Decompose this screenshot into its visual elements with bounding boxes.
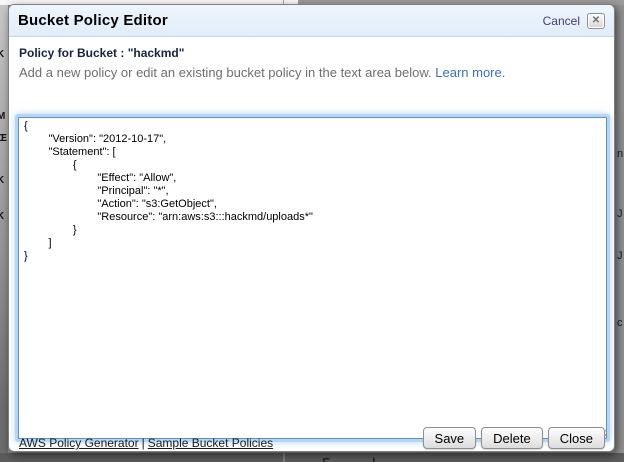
background-text-fragment: c: [617, 317, 623, 329]
background-page-bottom: F l: [0, 453, 624, 462]
background-page-left: K M Œ K K: [0, 5, 8, 453]
description-text: Add a new policy or edit an existing buc…: [19, 65, 432, 80]
background-page-right: n J J c: [617, 5, 624, 453]
dialog-title: Bucket Policy Editor: [18, 12, 168, 29]
footer-buttons: Save Delete Close: [423, 427, 605, 449]
background-text-fragment: F: [322, 455, 330, 462]
close-icon[interactable]: ✕: [587, 13, 605, 29]
footer-links: AWS Policy Generator|Sample Bucket Polic…: [19, 436, 273, 450]
background-text-fragment: M: [0, 111, 5, 122]
background-text-fragment: K: [0, 175, 4, 186]
background-text-fragment: l: [372, 455, 376, 462]
dialog-description: Add a new policy or edit an existing buc…: [19, 65, 505, 80]
sample-bucket-policies-link[interactable]: Sample Bucket Policies: [148, 436, 273, 450]
delete-button[interactable]: Delete: [481, 427, 543, 449]
close-button[interactable]: Close: [548, 427, 605, 449]
background-text-fragment: K: [0, 211, 4, 222]
background-text-fragment: Œ: [0, 133, 7, 144]
cancel-link[interactable]: Cancel: [543, 14, 580, 28]
link-separator: |: [139, 436, 148, 450]
policy-text-input[interactable]: { "Version": "2012-10-17", "Statement": …: [18, 117, 607, 439]
policy-for-bucket-label: Policy for Bucket : "hackmd": [19, 46, 184, 60]
background-text-fragment: n: [617, 148, 623, 160]
learn-more-link[interactable]: Learn more.: [435, 65, 505, 80]
background-text-fragment: J: [617, 250, 623, 262]
background-text-fragment: J: [617, 208, 623, 220]
save-button[interactable]: Save: [423, 427, 477, 449]
aws-policy-generator-link[interactable]: AWS Policy Generator: [19, 436, 139, 450]
bucket-policy-editor-dialog: Bucket Policy Editor Cancel ✕ Policy for…: [8, 4, 615, 452]
background-text-fragment: K: [0, 49, 4, 60]
background-divider-line: [283, 453, 285, 462]
dialog-header: Bucket Policy Editor Cancel ✕: [9, 5, 614, 37]
